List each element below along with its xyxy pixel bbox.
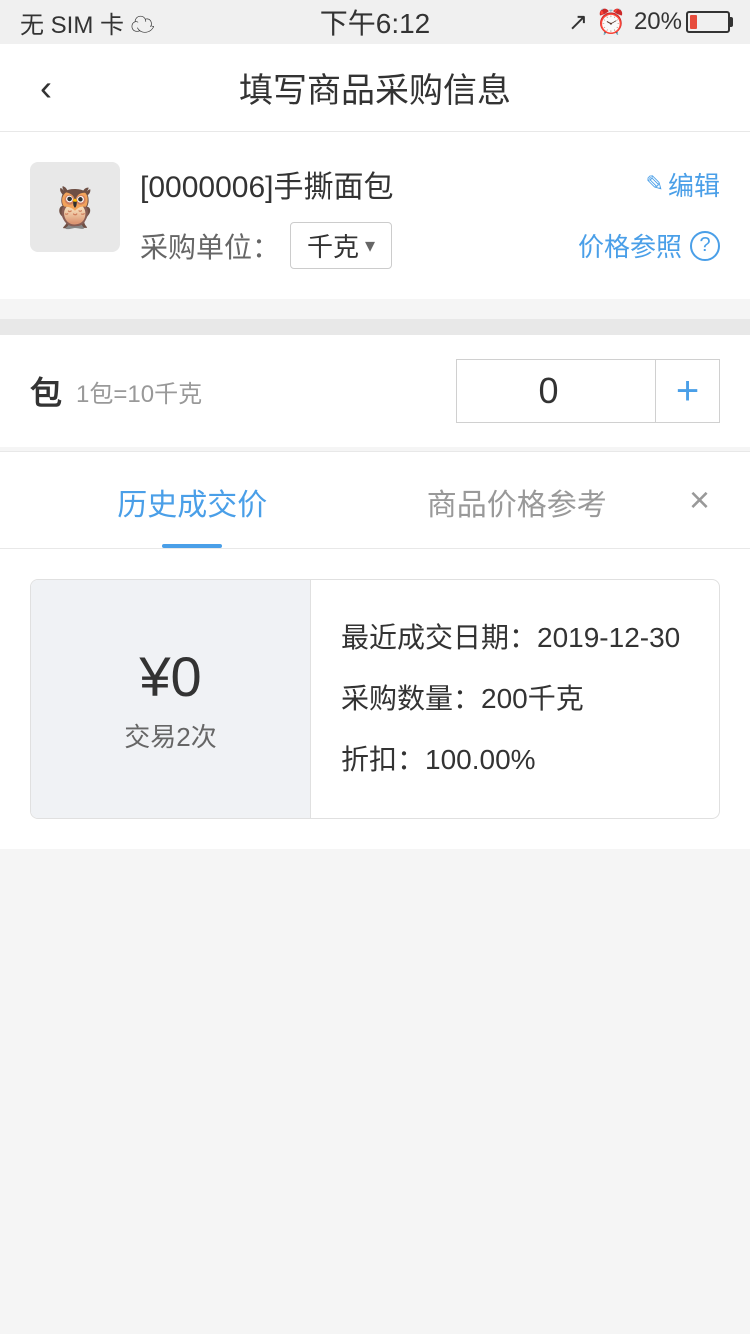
panel-tabs: 历史成交价 商品价格参考 × <box>0 452 750 549</box>
transaction-recent-date: 最近成交日期：2019-12-30 <box>341 616 689 661</box>
chevron-down-icon: ▾ <box>365 233 375 258</box>
quantity-unit-equiv: 1包=10千克 <box>76 374 202 409</box>
edit-label: 编辑 <box>668 166 720 203</box>
status-left: 无 SIM 卡 ☁ <box>20 5 155 40</box>
tab-history-price[interactable]: 历史成交价 <box>30 452 354 548</box>
quantity-label: 包 1包=10千克 <box>30 368 202 414</box>
battery-fill <box>690 15 697 29</box>
quantity-input[interactable] <box>456 359 656 423</box>
product-image: 🦉 <box>30 162 120 252</box>
help-icon: ? <box>690 231 720 261</box>
panel-content: ¥0 交易2次 最近成交日期：2019-12-30 采购数量：200千克 折扣：… <box>0 549 750 849</box>
status-right: ↗ ⏰ 20% <box>568 8 730 37</box>
unit-label: 采购单位： 千克 ▾ <box>140 222 392 269</box>
unit-value: 千克 <box>307 227 359 264</box>
transaction-left: ¥0 交易2次 <box>31 580 311 818</box>
bottom-panel: 历史成交价 商品价格参考 × ¥0 交易2次 最近成交日期：2019-12-30… <box>0 451 750 849</box>
product-thumbnail-icon: 🦉 <box>50 184 100 231</box>
transaction-price: ¥0 <box>139 644 201 709</box>
sim-label: 无 SIM 卡 ☁ <box>20 5 155 40</box>
purchase-qty-value: 200千克 <box>481 683 584 714</box>
product-title: 手撕面包 <box>273 171 393 204</box>
transaction-discount: 折扣：100.00% <box>341 738 689 783</box>
quantity-row: 包 1包=10千克 + <box>0 335 750 447</box>
section-divider <box>0 319 750 335</box>
battery-percent: 20% <box>634 8 682 36</box>
product-info: [0000006]手撕面包 ✎ 编辑 采购单位： 千克 ▾ 价格参照 <box>140 162 720 269</box>
recent-date-value: 2019-12-30 <box>537 622 680 653</box>
edit-icon: ✎ <box>646 171 664 197</box>
alarm-icon: ⏰ <box>596 8 626 37</box>
quantity-plus-button[interactable]: + <box>656 359 720 423</box>
back-button[interactable]: ‹ <box>30 57 62 119</box>
product-id: [0000006] <box>140 171 273 204</box>
unit-select-dropdown[interactable]: 千克 ▾ <box>290 222 392 269</box>
location-icon: ↗ <box>568 8 588 37</box>
battery-container: 20% <box>634 8 730 36</box>
transaction-card: ¥0 交易2次 最近成交日期：2019-12-30 采购数量：200千克 折扣：… <box>30 579 720 819</box>
product-name-row: [0000006]手撕面包 ✎ 编辑 <box>140 162 720 206</box>
transaction-right: 最近成交日期：2019-12-30 采购数量：200千克 折扣：100.00% <box>311 580 719 818</box>
transaction-purchase-qty: 采购数量：200千克 <box>341 677 689 722</box>
purchase-qty-label: 采购数量： <box>341 683 481 714</box>
recent-date-label: 最近成交日期： <box>341 622 537 653</box>
transaction-count: 交易2次 <box>124 717 216 754</box>
battery-icon <box>686 11 730 33</box>
edit-button[interactable]: ✎ 编辑 <box>646 166 720 203</box>
product-card: 🦉 [0000006]手撕面包 ✎ 编辑 采购单位： 千克 ▾ <box>0 132 750 299</box>
nav-bar: ‹ 填写商品采购信息 <box>0 44 750 132</box>
page-title: 填写商品采购信息 <box>239 63 511 112</box>
price-ref-label: 价格参照 <box>578 227 682 264</box>
quantity-control: + <box>456 359 720 423</box>
unit-label-text: 采购单位： <box>140 226 280 266</box>
status-time: 下午6:12 <box>320 2 431 42</box>
tab-product-price-ref[interactable]: 商品价格参考 <box>354 452 678 548</box>
help-symbol: ? <box>699 234 710 257</box>
quantity-unit-name: 包 <box>30 368 62 414</box>
discount-label: 折扣： <box>341 744 425 775</box>
product-unit-row: 采购单位： 千克 ▾ 价格参照 ? <box>140 222 720 269</box>
status-bar: 无 SIM 卡 ☁ 下午6:12 ↗ ⏰ 20% <box>0 0 750 44</box>
product-name: [0000006]手撕面包 <box>140 162 393 206</box>
panel-close-button[interactable]: × <box>679 469 720 531</box>
price-reference-button[interactable]: 价格参照 ? <box>578 227 720 264</box>
product-top: 🦉 [0000006]手撕面包 ✎ 编辑 采购单位： 千克 ▾ <box>30 162 720 269</box>
discount-value: 100.00% <box>425 744 536 775</box>
